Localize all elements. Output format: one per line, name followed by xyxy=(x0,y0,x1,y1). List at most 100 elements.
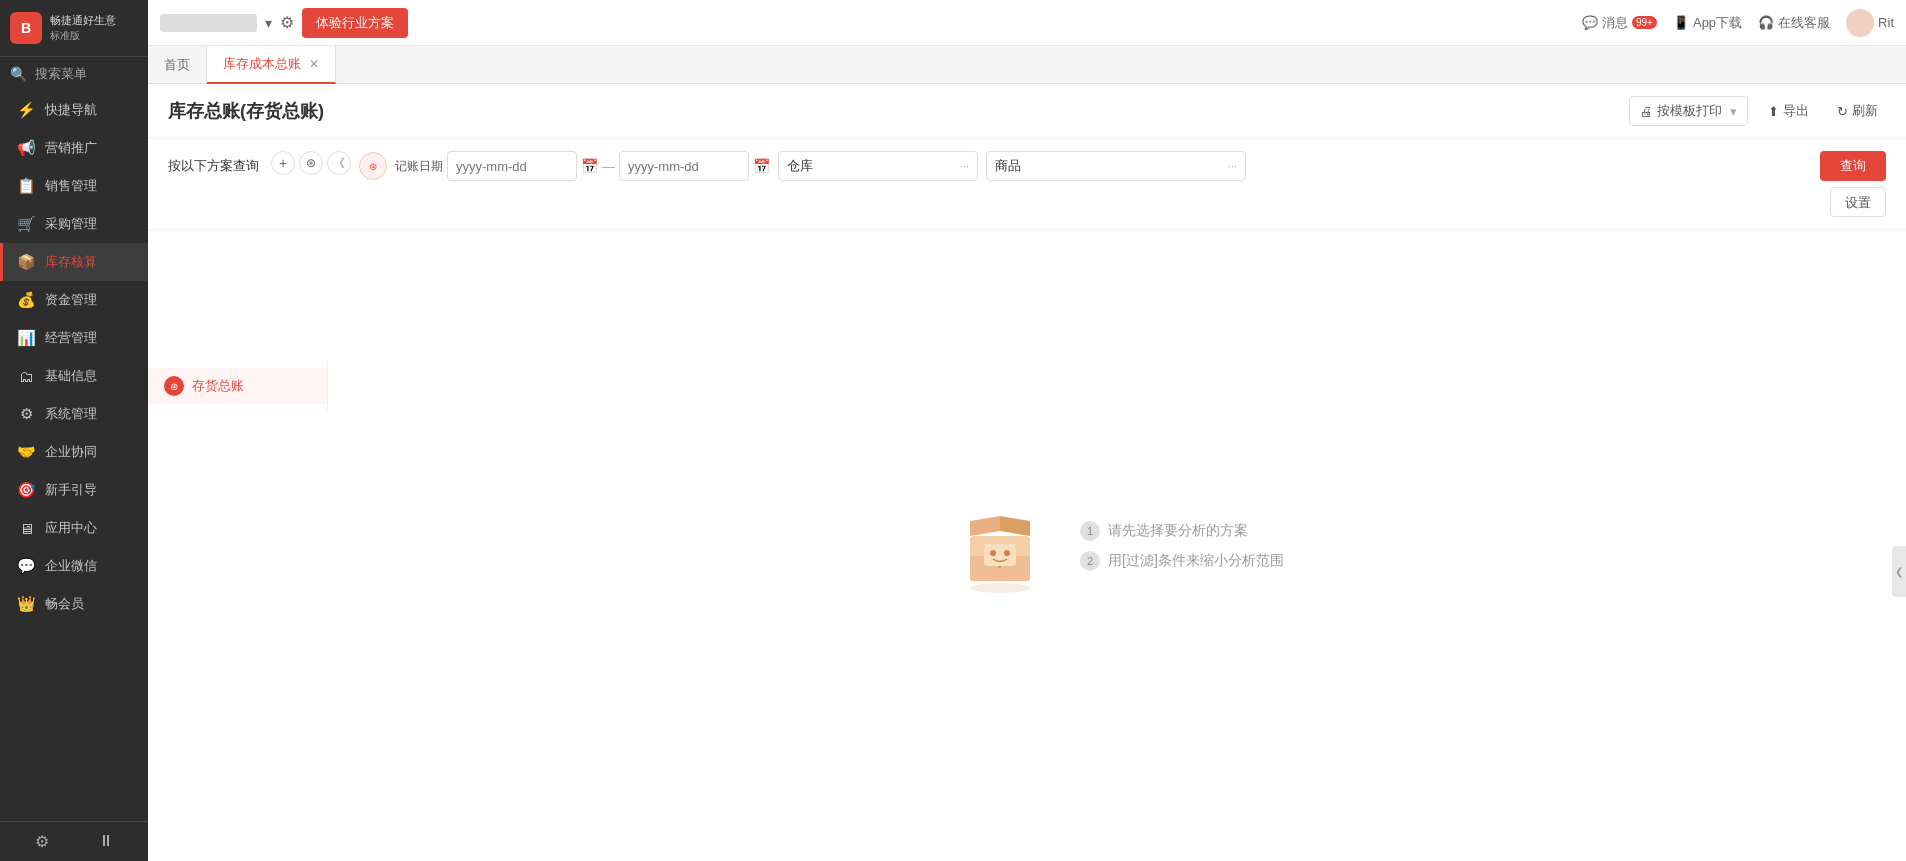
scheme-item-label: 存货总账 xyxy=(192,377,244,395)
sidebar-footer: ⚙ ⏸ xyxy=(0,821,148,861)
sidebar-logo: B 畅捷通好生意 标准版 xyxy=(0,0,148,57)
topbar-nav: ▾ ⚙ xyxy=(160,13,294,32)
svg-point-7 xyxy=(990,550,996,556)
page-header: 库存总账(存货总账) 🖨 按模板打印 ▾ ⬆ 导出 ↻ 刷新 xyxy=(148,84,1906,139)
sidebar-item-label: 企业微信 xyxy=(45,557,97,575)
date-label: 记账日期 xyxy=(395,158,443,175)
demo-btn[interactable]: 体验行业方案 xyxy=(302,8,408,38)
sidebar-toggle-btn[interactable]: ⏸ xyxy=(98,832,114,851)
marketing-icon: 📢 xyxy=(17,139,35,157)
service-icon: 🎧 xyxy=(1758,15,1774,30)
sidebar-item-apps[interactable]: 🖥 应用中心 xyxy=(0,509,148,547)
print-icon: 🖨 xyxy=(1640,104,1653,119)
svg-marker-3 xyxy=(1000,516,1030,536)
tab-home-label: 首页 xyxy=(164,56,190,74)
sidebar-item-basic[interactable]: 🗂 基础信息 xyxy=(0,357,148,395)
warehouse-more-icon[interactable]: ··· xyxy=(960,160,969,172)
settings-icon[interactable]: ⚙ xyxy=(280,13,294,32)
breadcrumb xyxy=(160,14,257,32)
sidebar-item-label: 采购管理 xyxy=(45,215,97,233)
calendar-end-icon[interactable]: 📅 xyxy=(753,158,770,174)
sidebar-item-purchase[interactable]: 🛒 采购管理 xyxy=(0,205,148,243)
goods-filter[interactable]: 商品 ··· xyxy=(986,151,1246,181)
dropdown-icon[interactable]: ▾ xyxy=(265,15,272,31)
sidebar-item-label: 系统管理 xyxy=(45,405,97,423)
filter-collapse-btn[interactable]: 《 xyxy=(327,151,351,175)
app-icon: 📱 xyxy=(1673,15,1689,30)
sidebar-nav: ⚡ 快捷导航 📢 营销推广 📋 销售管理 🛒 采购管理 📦 库存核算 💰 资金管… xyxy=(0,91,148,821)
sidebar-item-marketing[interactable]: 📢 营销推广 xyxy=(0,129,148,167)
app-download-btn[interactable]: 📱 App下载 xyxy=(1673,14,1742,32)
goods-label: 商品 xyxy=(995,157,1228,175)
date-start-input[interactable] xyxy=(447,151,577,181)
search-icon: 🔍 xyxy=(10,66,27,82)
tab-home[interactable]: 首页 xyxy=(148,46,207,84)
svg-point-0 xyxy=(970,583,1030,593)
funds-icon: 💰 xyxy=(17,291,35,309)
main-content-body: ⊛ 存货总账 xyxy=(148,230,1906,861)
sidebar-item-label: 库存核算 xyxy=(45,253,97,271)
sidebar-item-label: 畅会员 xyxy=(45,595,84,613)
sidebar-item-quick-nav[interactable]: ⚡ 快捷导航 xyxy=(0,91,148,129)
sidebar-item-inventory[interactable]: 📦 库存核算 xyxy=(0,243,148,281)
sidebar-item-label: 经营管理 xyxy=(45,329,97,347)
sidebar-item-system[interactable]: ⚙ 系统管理 xyxy=(0,395,148,433)
basic-icon: 🗂 xyxy=(17,368,35,385)
sidebar-item-operations[interactable]: 📊 经营管理 xyxy=(0,319,148,357)
guide-icon: 🎯 xyxy=(17,481,35,499)
empty-illustration: ? xyxy=(950,496,1050,596)
logo-badge: 标准版 xyxy=(50,29,116,43)
cooperation-icon: 🤝 xyxy=(17,443,35,461)
sidebar-item-guide[interactable]: 🎯 新手引导 xyxy=(0,471,148,509)
sidebar-item-wecom[interactable]: 💬 企业微信 xyxy=(0,547,148,585)
export-btn[interactable]: ⬆ 导出 xyxy=(1760,97,1817,125)
tip-text-2: 用[过滤]条件来缩小分析范围 xyxy=(1108,552,1284,570)
right-panel-toggle[interactable]: ❮ xyxy=(1892,546,1906,597)
query-btn[interactable]: 查询 xyxy=(1820,151,1886,181)
date-end-input[interactable] xyxy=(619,151,749,181)
calendar-start-icon[interactable]: 📅 xyxy=(581,158,598,174)
user-profile[interactable]: Rit xyxy=(1846,9,1894,37)
sidebar-item-member[interactable]: 👑 畅会员 xyxy=(0,585,148,623)
sidebar: B 畅捷通好生意 标准版 🔍 搜索菜单 ⚡ 快捷导航 📢 营销推广 📋 销售管理… xyxy=(0,0,148,861)
message-icon: 💬 xyxy=(1582,15,1598,30)
sidebar-item-label: 快捷导航 xyxy=(45,101,97,119)
logo-text-block: 畅捷通好生意 标准版 xyxy=(50,13,116,42)
goods-more-icon[interactable]: ··· xyxy=(1228,160,1237,172)
sidebar-item-label: 新手引导 xyxy=(45,481,97,499)
page-header-actions: 🖨 按模板打印 ▾ ⬆ 导出 ↻ 刷新 xyxy=(1629,96,1886,126)
filter-add-btn[interactable]: + xyxy=(271,151,295,175)
page-title: 库存总账(存货总账) xyxy=(168,99,324,123)
sidebar-search[interactable]: 🔍 搜索菜单 xyxy=(0,57,148,91)
empty-tip-2: 2 用[过滤]条件来缩小分析范围 xyxy=(1080,551,1284,571)
refresh-btn[interactable]: ↻ 刷新 xyxy=(1829,97,1886,125)
tab-inventory-cost[interactable]: 库存成本总账 ✕ xyxy=(207,46,336,84)
online-service-btn[interactable]: 🎧 在线客服 xyxy=(1758,14,1830,32)
settings-btn[interactable]: 设置 xyxy=(1830,187,1886,217)
content-area: 库存总账(存货总账) 🖨 按模板打印 ▾ ⬆ 导出 ↻ 刷新 按以下方案查询 xyxy=(148,84,1906,861)
filter-actions: 查询 设置 xyxy=(1808,151,1886,217)
sidebar-item-sales[interactable]: 📋 销售管理 xyxy=(0,167,148,205)
inventory-icon: 📦 xyxy=(17,253,35,271)
sidebar-item-cooperation[interactable]: 🤝 企业协同 xyxy=(0,433,148,471)
tip-num-1: 1 xyxy=(1080,521,1100,541)
empty-tip-1: 1 请先选择要分析的方案 xyxy=(1080,521,1284,541)
print-dropdown-icon[interactable]: ▾ xyxy=(1730,104,1737,119)
sidebar-item-funds[interactable]: 💰 资金管理 xyxy=(0,281,148,319)
sidebar-item-label: 企业协同 xyxy=(45,443,97,461)
svg-point-8 xyxy=(1004,550,1010,556)
sidebar-item-label: 营销推广 xyxy=(45,139,97,157)
warehouse-filter[interactable]: 仓库 ··· xyxy=(778,151,978,181)
message-btn[interactable]: 💬 消息 99+ xyxy=(1582,14,1657,32)
filter-row: ⊛ 记账日期 📅 — 📅 仓库 ··· 商品 xyxy=(359,151,1808,181)
topbar-left: ▾ ⚙ 体验行业方案 xyxy=(160,8,408,38)
sidebar-settings-btn[interactable]: ⚙ xyxy=(35,832,49,851)
logo-name: 畅捷通好生意 xyxy=(50,13,116,28)
tab-close-icon[interactable]: ✕ xyxy=(309,57,319,71)
system-icon: ⚙ xyxy=(17,405,35,423)
scheme-tag[interactable]: ⊛ xyxy=(359,152,387,180)
print-btn[interactable]: 🖨 按模板打印 ▾ xyxy=(1629,96,1748,126)
message-badge: 99+ xyxy=(1632,16,1657,29)
filter-bookmark-btn[interactable]: ⊛ xyxy=(299,151,323,175)
scheme-item-inventory[interactable]: ⊛ 存货总账 xyxy=(148,368,327,404)
